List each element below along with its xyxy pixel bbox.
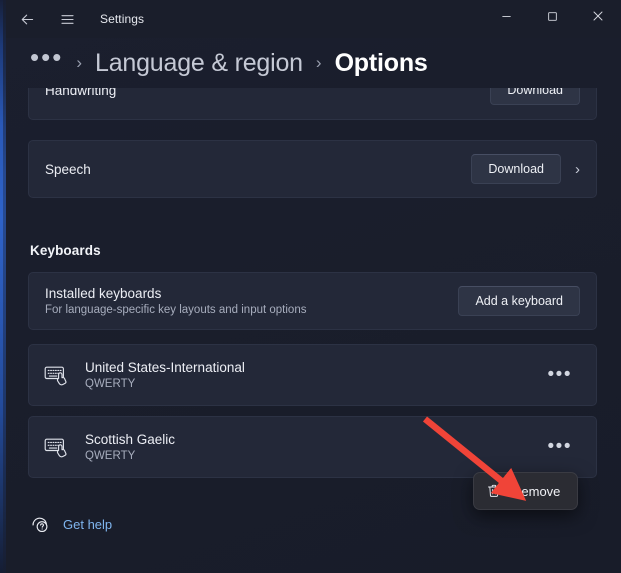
context-menu-remove-item[interactable]: Remove <box>512 484 560 499</box>
keyboard-icon <box>43 362 69 388</box>
trash-icon <box>486 483 502 499</box>
keyboard-list-item[interactable]: United States-International QWERTY ••• <box>28 344 597 406</box>
settings-scroll-area[interactable]: Handwriting Download Speech Download › K… <box>0 88 621 498</box>
settings-window: Settings ••• › Language & region › Optio… <box>0 0 621 573</box>
setting-row-speech[interactable]: Speech Download › <box>28 140 597 198</box>
hamburger-menu-icon[interactable] <box>52 4 82 34</box>
installed-keyboards-label: Installed keyboards <box>45 285 162 301</box>
breadcrumb-parent-link[interactable]: Language & region <box>95 49 303 78</box>
back-arrow-icon[interactable] <box>12 4 42 34</box>
get-help-link[interactable]: Get help <box>30 514 112 535</box>
breadcrumb-separator-1: › <box>76 53 82 72</box>
keyboard-name: Scottish Gaelic <box>85 431 176 447</box>
speech-label: Speech <box>45 161 91 177</box>
keyboard-icon <box>43 434 69 460</box>
minimize-button[interactable] <box>483 0 529 32</box>
speech-download-button[interactable]: Download <box>471 154 561 184</box>
breadcrumb: ••• › Language & region › Options <box>0 38 621 88</box>
breadcrumb-separator-2: › <box>315 53 322 72</box>
app-title: Settings <box>100 12 145 26</box>
setting-row-handwriting[interactable]: Handwriting Download <box>28 88 597 120</box>
page-title: Options <box>334 48 428 77</box>
keyboard-options-menu-button[interactable]: ••• <box>540 364 580 386</box>
get-help-label: Get help <box>63 517 113 532</box>
keyboard-layout: QWERTY <box>85 377 136 390</box>
chevron-right-icon[interactable]: › <box>575 161 580 178</box>
handwriting-label: Handwriting <box>45 88 117 98</box>
keyboard-list-item[interactable]: Scottish Gaelic QWERTY ••• <box>28 416 597 478</box>
keyboard-options-menu-button[interactable]: ••• <box>540 436 580 458</box>
installed-keyboards-row[interactable]: Installed keyboards For language-specifi… <box>28 272 597 330</box>
title-bar: Settings <box>0 0 621 38</box>
keyboard-name: United States-International <box>85 359 245 375</box>
keyboards-section-header: Keyboards <box>30 243 101 258</box>
window-left-accent-strip <box>0 0 6 573</box>
help-question-icon <box>30 514 51 535</box>
keyboard-layout: QWERTY <box>85 449 136 462</box>
add-a-keyboard-button[interactable]: Add a keyboard <box>458 286 580 316</box>
close-button[interactable] <box>575 0 621 32</box>
context-menu[interactable]: Remove <box>473 472 578 510</box>
breadcrumb-overflow-button[interactable]: ••• <box>30 44 63 76</box>
installed-keyboards-description: For language-specific key layouts and in… <box>45 303 307 316</box>
maximize-button[interactable] <box>529 0 575 32</box>
handwriting-download-button[interactable]: Download <box>490 88 580 105</box>
